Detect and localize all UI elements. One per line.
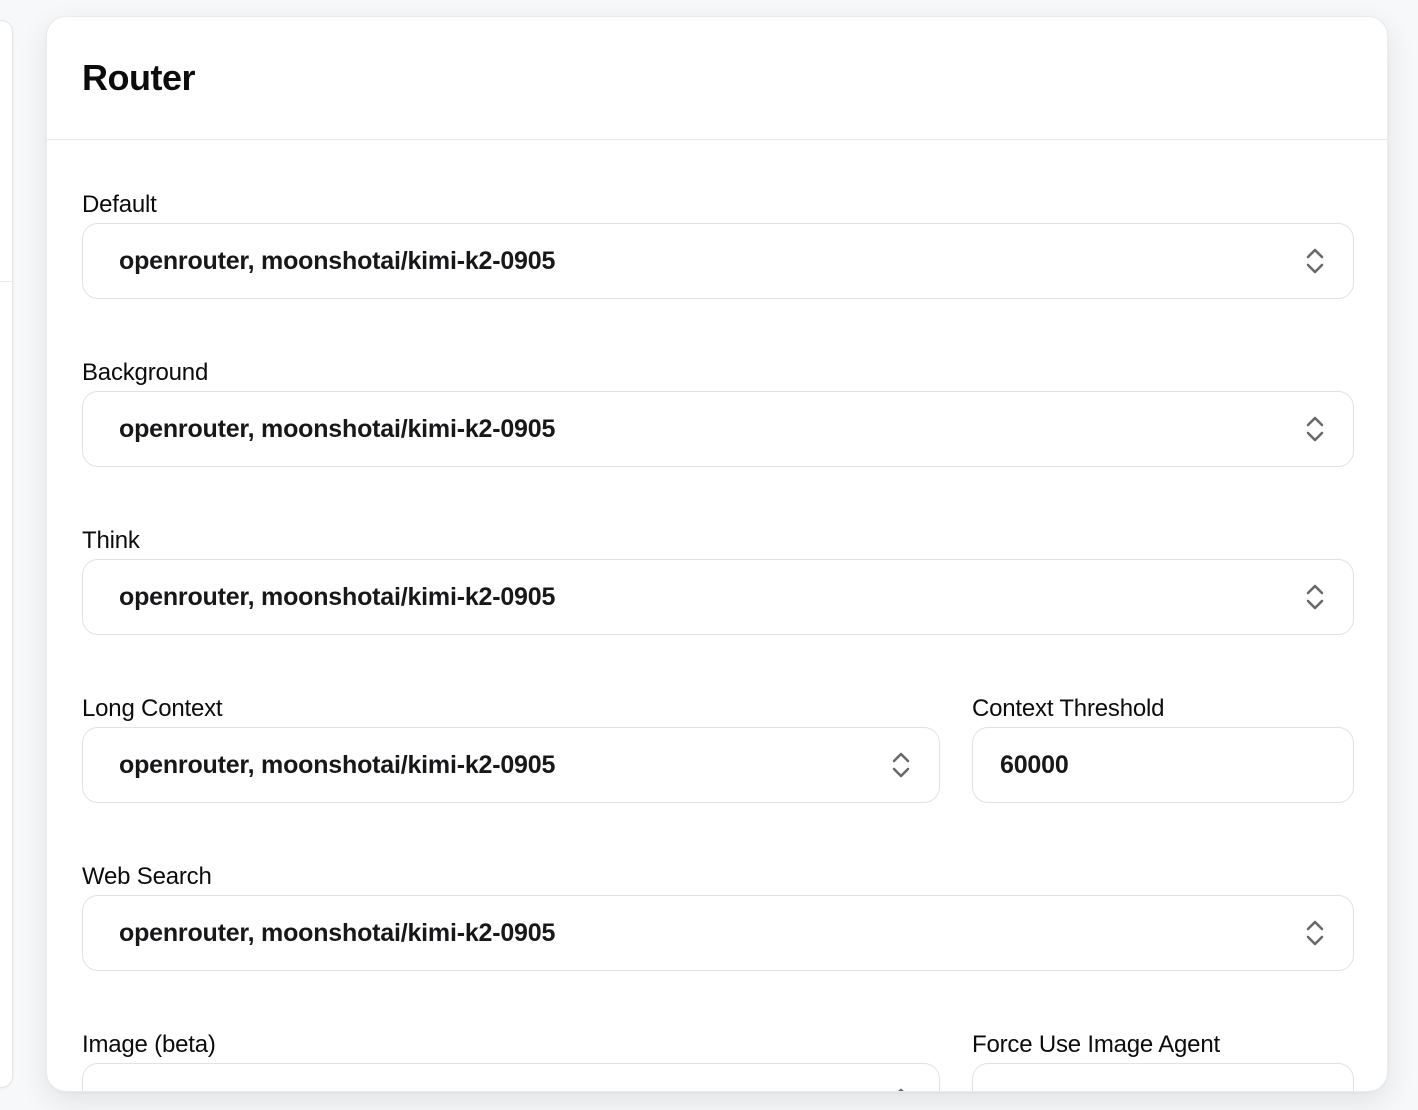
chevron-up-down-icon [890, 1086, 912, 1091]
default-model-select[interactable]: openrouter, moonshotai/kimi-k2-0905 [82, 223, 1354, 299]
context-threshold-input[interactable] [972, 727, 1354, 803]
field-force-image-agent: Force Use Image Agent [972, 1031, 1354, 1091]
force-image-agent-input[interactable] [972, 1063, 1354, 1091]
background-label: Background [82, 359, 209, 386]
web-search-model-select[interactable]: openrouter, moonshotai/kimi-k2-0905 [82, 895, 1354, 971]
field-image: Image (beta) [82, 1031, 940, 1091]
chevron-up-down-icon [1304, 918, 1326, 948]
think-model-value: openrouter, moonshotai/kimi-k2-0905 [119, 582, 556, 611]
chevron-up-down-icon [890, 750, 912, 780]
page-title: Router [82, 57, 196, 98]
long-context-label: Long Context [82, 695, 223, 722]
field-background: Background openrouter, moonshotai/kimi-k… [82, 359, 1354, 467]
default-label: Default [82, 191, 157, 218]
context-threshold-label: Context Threshold [972, 695, 1165, 722]
background-model-value: openrouter, moonshotai/kimi-k2-0905 [119, 414, 556, 443]
web-search-model-value: openrouter, moonshotai/kimi-k2-0905 [119, 918, 556, 947]
router-card-body: Default openrouter, moonshotai/kimi-k2-0… [47, 140, 1387, 1091]
router-card: Router Default openrouter, moonshotai/ki… [46, 16, 1388, 1092]
field-row-image: Image (beta) Force Use Image Agent [82, 1031, 1354, 1091]
field-context-threshold: Context Threshold [972, 695, 1354, 803]
long-context-model-value: openrouter, moonshotai/kimi-k2-0905 [119, 750, 556, 779]
think-model-select[interactable]: openrouter, moonshotai/kimi-k2-0905 [82, 559, 1354, 635]
field-default: Default openrouter, moonshotai/kimi-k2-0… [82, 191, 1354, 299]
background-panel [0, 20, 13, 1088]
chevron-up-down-icon [1304, 414, 1326, 444]
web-search-label: Web Search [82, 863, 212, 890]
background-panel-divider [0, 281, 12, 282]
image-label: Image (beta) [82, 1031, 216, 1058]
think-label: Think [82, 527, 140, 554]
force-image-agent-label: Force Use Image Agent [972, 1031, 1220, 1058]
default-model-value: openrouter, moonshotai/kimi-k2-0905 [119, 246, 556, 275]
field-row-long-context: Long Context openrouter, moonshotai/kimi… [82, 695, 1354, 803]
long-context-model-select[interactable]: openrouter, moonshotai/kimi-k2-0905 [82, 727, 940, 803]
router-card-header: Router [47, 17, 1387, 140]
chevron-up-down-icon [1304, 246, 1326, 276]
field-web-search: Web Search openrouter, moonshotai/kimi-k… [82, 863, 1354, 971]
background-model-select[interactable]: openrouter, moonshotai/kimi-k2-0905 [82, 391, 1354, 467]
image-model-select[interactable] [82, 1063, 940, 1091]
chevron-up-down-icon [1304, 582, 1326, 612]
field-think: Think openrouter, moonshotai/kimi-k2-090… [82, 527, 1354, 635]
field-long-context: Long Context openrouter, moonshotai/kimi… [82, 695, 940, 803]
